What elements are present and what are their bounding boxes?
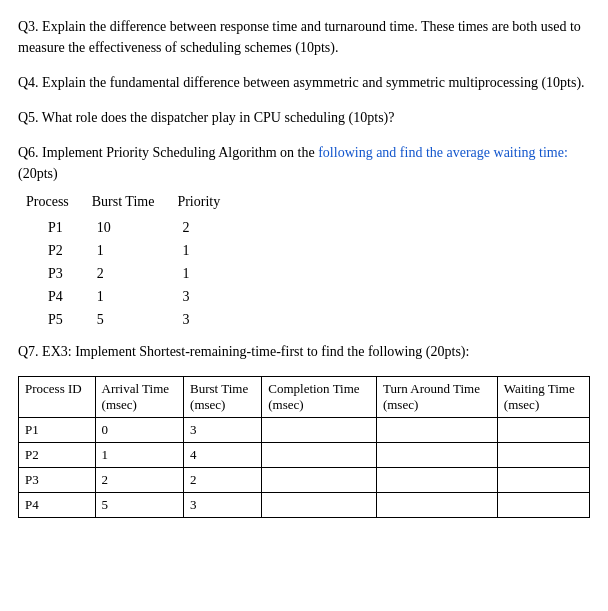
q4-text: Q4. Explain the fundamental difference b… [18,75,585,90]
q6-col-burst: Burst Time [77,190,163,216]
q7-cell-arrival: 1 [95,443,183,468]
q6-cell-process: P4 [18,285,77,308]
q7-cell-completion [262,493,377,518]
q7-cell-pid: P1 [19,418,96,443]
q6-cell-burst: 2 [77,262,163,285]
q6-cell-burst: 1 [77,239,163,262]
q6-table-row: P5 5 3 [18,308,228,331]
q7-cell-completion [262,418,377,443]
q7-table-row: P4 5 3 [19,493,590,518]
q6-cell-process: P1 [18,216,77,239]
q6-cell-priority: 2 [162,216,228,239]
q7-col-arrival: Arrival Time(msec) [95,377,183,418]
q6-table-row: P3 2 1 [18,262,228,285]
q7-cell-burst: 4 [184,443,262,468]
q7-table-row: P3 2 2 [19,468,590,493]
question-7: Q7. EX3: Implement Shortest-remaining-ti… [18,341,590,362]
q6-process-table: Process Burst Time Priority P1 10 2 P2 1… [18,190,228,331]
q6-col-priority: Priority [162,190,228,216]
q7-cell-waiting [497,418,589,443]
q6-cell-burst: 5 [77,308,163,331]
q5-text: Q5. What role does the dispatcher play i… [18,110,395,125]
q6-col-process: Process [18,190,77,216]
question-6: Q6. Implement Priority Scheduling Algori… [18,142,590,331]
q7-cell-burst: 2 [184,468,262,493]
q7-col-pid: Process ID [19,377,96,418]
q7-cell-arrival: 5 [95,493,183,518]
q7-cell-burst: 3 [184,418,262,443]
q7-col-waiting: Waiting Time(msec) [497,377,589,418]
q7-cell-turnaround [376,443,497,468]
q6-table-header-row: Process Burst Time Priority [18,190,228,216]
q6-intro: Q6. Implement Priority Scheduling Algori… [18,142,590,184]
question-3: Q3. Explain the difference between respo… [18,16,590,58]
question-4: Q4. Explain the fundamental difference b… [18,72,590,93]
q7-cell-pid: P3 [19,468,96,493]
q7-cell-arrival: 0 [95,418,183,443]
q7-col-completion: Completion Time(msec) [262,377,377,418]
q7-header-row: Process ID Arrival Time(msec) Burst Time… [19,377,590,418]
q7-cell-turnaround [376,493,497,518]
question-5: Q5. What role does the dispatcher play i… [18,107,590,128]
q7-cell-completion [262,443,377,468]
q7-col-turnaround: Turn Around Time(msec) [376,377,497,418]
q6-cell-priority: 3 [162,308,228,331]
q7-cell-waiting [497,468,589,493]
q6-cell-priority: 1 [162,262,228,285]
q7-table-row: P2 1 4 [19,443,590,468]
q6-cell-process: P3 [18,262,77,285]
q6-cell-priority: 1 [162,239,228,262]
q7-cell-waiting [497,443,589,468]
q7-schedule-table: Process ID Arrival Time(msec) Burst Time… [18,376,590,518]
q6-cell-priority: 3 [162,285,228,308]
q6-cell-burst: 1 [77,285,163,308]
q7-table-row: P1 0 3 [19,418,590,443]
q6-cell-process: P5 [18,308,77,331]
q7-text: Q7. EX3: Implement Shortest-remaining-ti… [18,344,469,359]
q7-cell-pid: P2 [19,443,96,468]
q6-table-row: P4 1 3 [18,285,228,308]
q6-text-blue: following and find the average waiting t… [318,145,568,160]
q6-table-row: P1 10 2 [18,216,228,239]
q6-text-before: Q6. Implement Priority Scheduling Algori… [18,145,318,160]
q7-col-burst: Burst Time(msec) [184,377,262,418]
q7-cell-turnaround [376,418,497,443]
q3-text: Q3. Explain the difference between respo… [18,19,581,55]
q7-cell-turnaround [376,468,497,493]
q6-text-after: (20pts) [18,166,58,181]
q7-cell-burst: 3 [184,493,262,518]
q7-cell-pid: P4 [19,493,96,518]
q6-table-row: P2 1 1 [18,239,228,262]
q7-cell-completion [262,468,377,493]
q7-cell-waiting [497,493,589,518]
q6-cell-burst: 10 [77,216,163,239]
q7-cell-arrival: 2 [95,468,183,493]
q6-cell-process: P2 [18,239,77,262]
